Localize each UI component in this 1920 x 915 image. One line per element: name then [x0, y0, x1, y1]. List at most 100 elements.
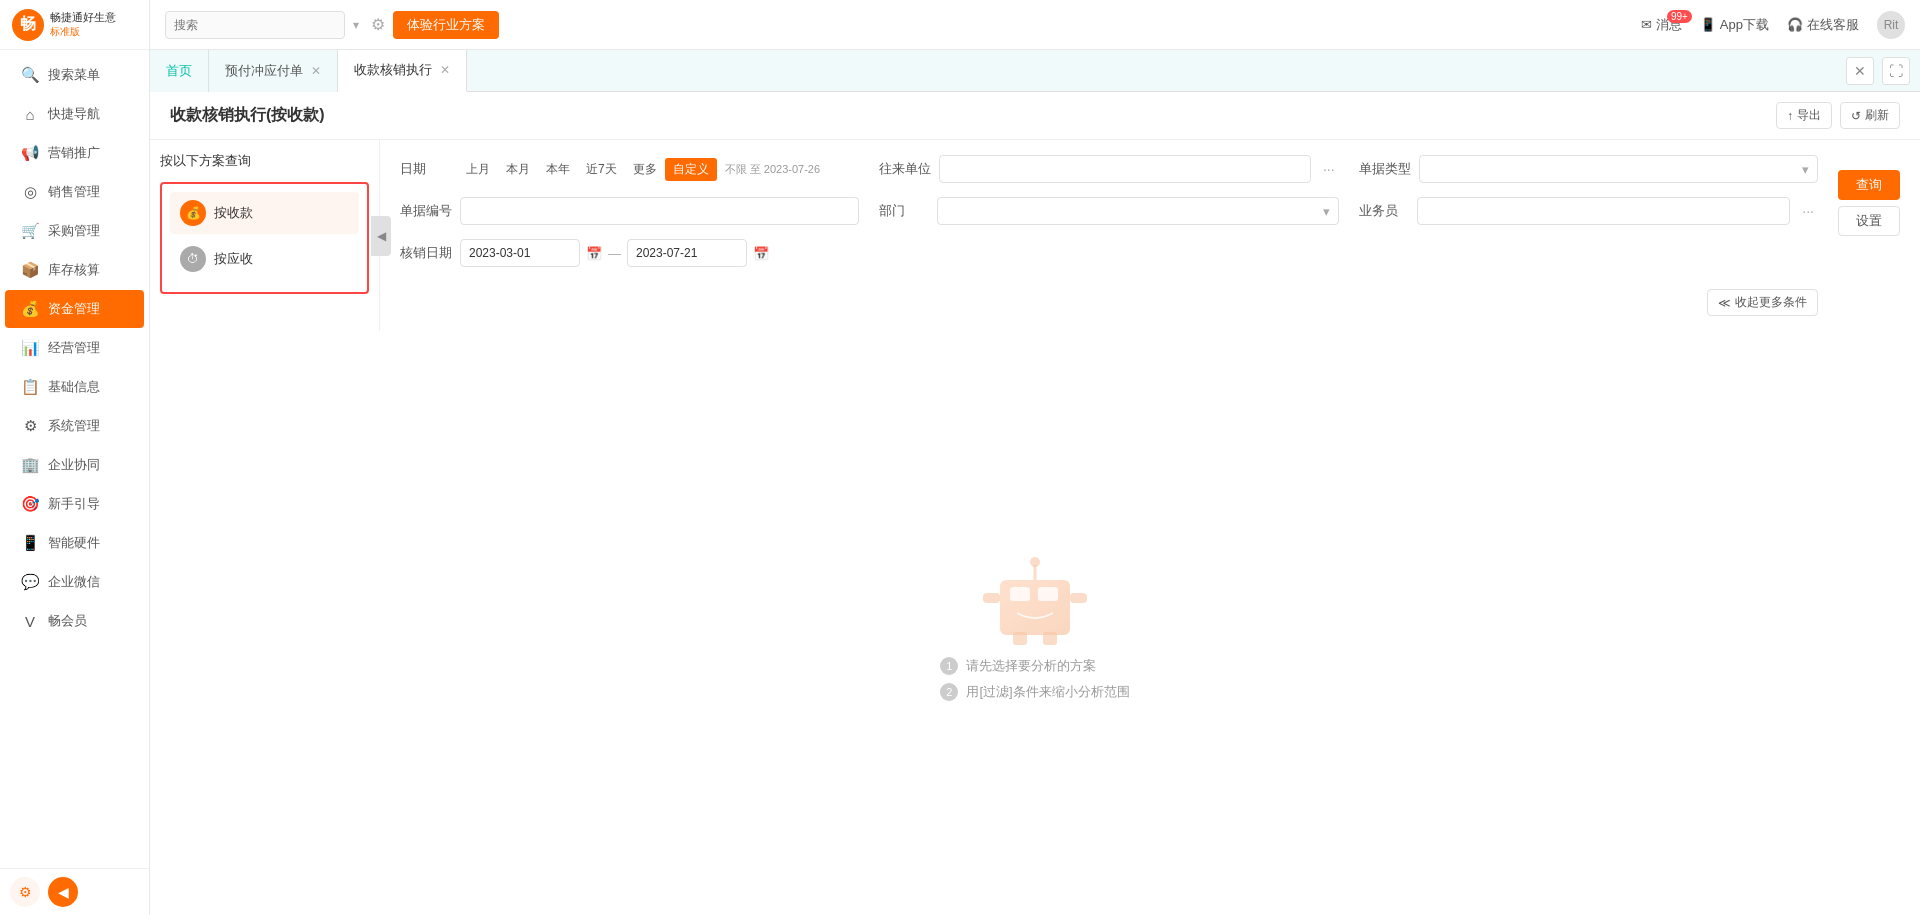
dept-label: 部门 [879, 202, 929, 220]
counterparty-more-icon[interactable]: ··· [1319, 161, 1339, 177]
header-search-input[interactable] [165, 11, 345, 39]
sidebar-label-wechat: 企业微信 [48, 573, 100, 591]
date-tab-this-year[interactable]: 本年 [538, 158, 578, 181]
sidebar-item-enterprise[interactable]: 🏢 企业协同 [5, 446, 144, 484]
tab-fullscreen-btn[interactable]: ⛶ [1882, 57, 1910, 85]
settings-bottom-btn[interactable]: ⚙ [10, 877, 40, 907]
tip-num-2: 2 [940, 683, 958, 701]
tab-home[interactable]: 首页 [150, 50, 209, 92]
sidebar-item-operation[interactable]: 📊 经营管理 [5, 329, 144, 367]
date-tab-this-month[interactable]: 本月 [498, 158, 538, 181]
empty-tip-1: 1 请先选择要分析的方案 [940, 657, 1129, 675]
filter-by-receivable[interactable]: ⏱ 按应收 [170, 238, 359, 280]
svg-rect-1 [1010, 587, 1030, 601]
left-panel: 按以下方案查询 💰 按收款 ⏱ 按应收 ◀ [150, 140, 380, 331]
member-icon: V [20, 613, 40, 630]
doc-no-filter-group: 单据编号 [400, 197, 859, 225]
dept-arrow-icon: ▾ [1323, 204, 1330, 219]
message-btn[interactable]: ✉ 消息 99+ [1641, 16, 1682, 34]
header-right: ✉ 消息 99+ 📱 App下载 🎧 在线客服 Rit [1641, 11, 1905, 39]
empty-tip-2-text: 用[过滤]条件来缩小分析范围 [966, 683, 1129, 701]
sidebar-item-search[interactable]: 🔍 搜索菜单 [5, 56, 144, 94]
sidebar-label-basic: 基础信息 [48, 378, 100, 396]
query-btn[interactable]: 查询 [1838, 170, 1900, 200]
tab-close-all-btn[interactable]: ✕ [1846, 57, 1874, 85]
sidebar-label-marketing: 营销推广 [48, 144, 100, 162]
svg-rect-6 [1070, 593, 1087, 603]
sidebar-item-hardware[interactable]: 📱 智能硬件 [5, 524, 144, 562]
logo-name: 畅捷通好生意 [50, 10, 116, 25]
sidebar-label-purchase: 采购管理 [48, 222, 100, 240]
offset-end-cal-icon[interactable]: 📅 [753, 246, 769, 261]
service-icon: 🎧 [1787, 17, 1803, 32]
receipt-offset-tab-label: 收款核销执行 [354, 61, 432, 79]
doc-no-input[interactable] [460, 197, 859, 225]
sidebar-item-marketing[interactable]: 📢 营销推广 [5, 134, 144, 172]
offset-date-end[interactable]: 2023-07-21 [627, 239, 747, 267]
sidebar-item-system[interactable]: ⚙ 系统管理 [5, 407, 144, 445]
sidebar-item-sales[interactable]: ◎ 销售管理 [5, 173, 144, 211]
receipt-option-icon: 💰 [180, 200, 206, 226]
date-tab-custom[interactable]: 自定义 [665, 158, 717, 181]
staff-more-icon[interactable]: ··· [1798, 203, 1818, 219]
collapse-more-icon: ≪ [1718, 296, 1731, 310]
sidebar-item-basic[interactable]: 📋 基础信息 [5, 368, 144, 406]
date-tab-last-7days[interactable]: 近7天 [578, 158, 625, 181]
sidebar-label-member: 畅会员 [48, 612, 87, 630]
doc-type-arrow-icon: ▾ [1802, 162, 1809, 177]
filter-by-receipt[interactable]: 💰 按收款 [170, 192, 359, 234]
refresh-btn[interactable]: ↺ 刷新 [1840, 102, 1900, 129]
settings-icon[interactable]: ⚙ [371, 15, 385, 34]
svg-rect-0 [1000, 580, 1070, 635]
message-badge: 99+ [1667, 10, 1692, 23]
tab-receipt-offset[interactable]: 收款核销执行 ✕ [338, 50, 467, 92]
svg-rect-5 [983, 593, 1000, 603]
collapse-left-panel-btn[interactable]: ◀ [371, 216, 391, 256]
sidebar-item-wechat[interactable]: 💬 企业微信 [5, 563, 144, 601]
empty-tip-1-text: 请先选择要分析的方案 [966, 657, 1096, 675]
app-download-btn[interactable]: 📱 App下载 [1700, 16, 1769, 34]
receivable-option-icon: ⏱ [180, 246, 206, 272]
chevron-down-icon[interactable]: ▾ [353, 18, 359, 32]
receipt-offset-tab-close[interactable]: ✕ [440, 63, 450, 77]
svg-rect-2 [1038, 587, 1058, 601]
sidebar-item-purchase[interactable]: 🛒 采购管理 [5, 212, 144, 250]
logo-text-block: 畅捷通好生意 标准版 [50, 10, 116, 39]
right-filter: 日期 上月 本月 本年 近7天 更多 自定义 不限 至 2023-07-26 [380, 140, 1920, 331]
sidebar-item-finance[interactable]: 💰 资金管理 [5, 290, 144, 328]
tip-num-1: 1 [940, 657, 958, 675]
wechat-icon: 💬 [20, 573, 40, 591]
industry-btn[interactable]: 体验行业方案 [393, 11, 499, 39]
sidebar-bottom: ⚙ ◀ [0, 868, 149, 915]
enterprise-icon: 🏢 [20, 456, 40, 474]
tab-prepay[interactable]: 预付冲应付单 ✕ [209, 50, 338, 92]
search-icon: 🔍 [20, 66, 40, 84]
sidebar-item-member[interactable]: V 畅会员 [5, 602, 144, 640]
receipt-option-label: 按收款 [214, 204, 253, 222]
user-avatar[interactable]: Rit [1877, 11, 1905, 39]
staff-label: 业务员 [1359, 202, 1409, 220]
sidebar-label-guide: 新手引导 [48, 495, 100, 513]
sidebar-item-quick-nav[interactable]: ⌂ 快捷导航 [5, 95, 144, 133]
date-tab-more[interactable]: 更多 [625, 158, 665, 181]
sidebar-collapse-btn[interactable]: ◀ [48, 877, 78, 907]
collapse-more-btn[interactable]: ≪ 收起更多条件 [1707, 289, 1818, 316]
page-actions: ↑ 导出 ↺ 刷新 [1776, 102, 1900, 129]
message-icon: ✉ [1641, 17, 1652, 32]
marketing-icon: 📢 [20, 144, 40, 162]
doc-no-label: 单据编号 [400, 202, 452, 220]
export-btn[interactable]: ↑ 导出 [1776, 102, 1832, 129]
sidebar-item-guide[interactable]: 🎯 新手引导 [5, 485, 144, 523]
setting-btn[interactable]: 设置 [1838, 206, 1900, 236]
sidebar-label-inventory: 库存核算 [48, 261, 100, 279]
date-tab-last-month[interactable]: 上月 [458, 158, 498, 181]
online-service-btn[interactable]: 🎧 在线客服 [1787, 16, 1859, 34]
filter-row-1: 日期 上月 本月 本年 近7天 更多 自定义 不限 至 2023-07-26 [400, 155, 1818, 183]
offset-start-cal-icon[interactable]: 📅 [586, 246, 602, 261]
offset-date-start[interactable]: 2023-03-01 [460, 239, 580, 267]
counterparty-filter-group: 往来单位 ··· [879, 155, 1338, 183]
basic-icon: 📋 [20, 378, 40, 396]
sidebar-item-inventory[interactable]: 📦 库存核算 [5, 251, 144, 289]
refresh-label: 刷新 [1865, 107, 1889, 124]
prepay-tab-close[interactable]: ✕ [311, 64, 321, 78]
